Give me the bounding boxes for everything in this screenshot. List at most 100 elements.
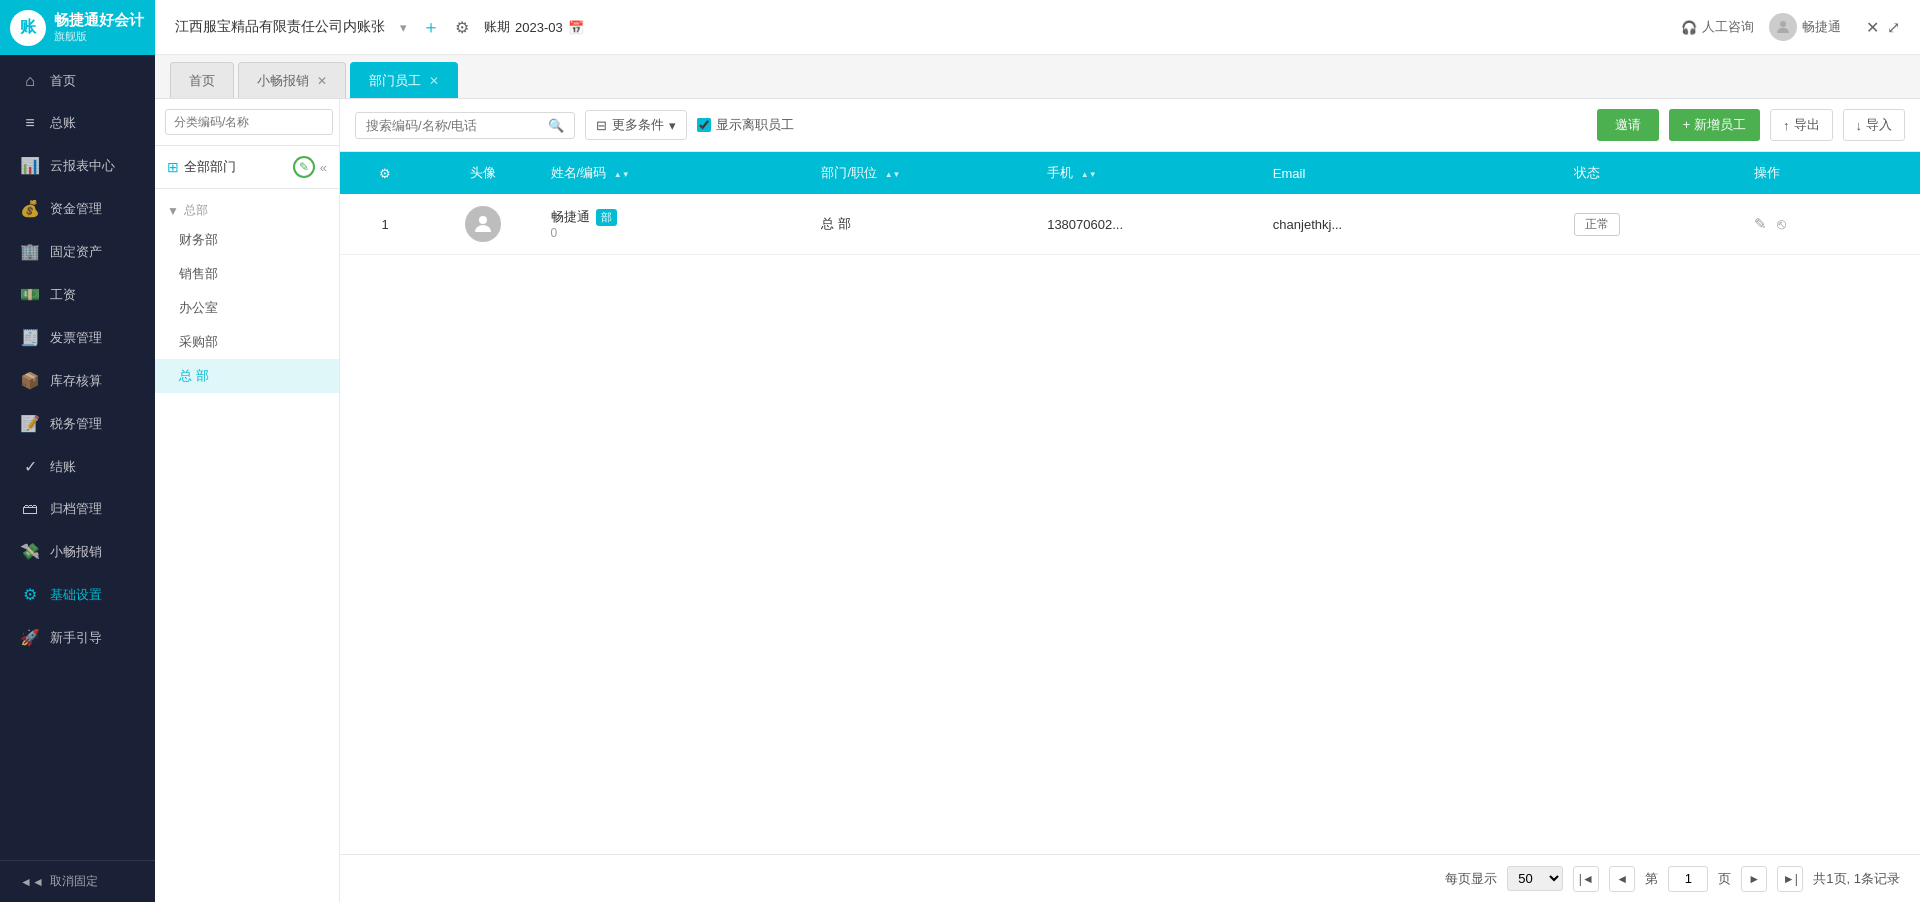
dept-item-sales[interactable]: 销售部 — [155, 257, 339, 291]
sidebar-item-expense[interactable]: 💸 小畅报销 — [0, 530, 155, 573]
dept-item-purchase[interactable]: 采购部 — [155, 325, 339, 359]
page-prev-button[interactable]: ◄ — [1609, 866, 1635, 892]
page-number-input[interactable] — [1668, 866, 1708, 892]
import-label: 导入 — [1866, 116, 1892, 134]
dept-item-office[interactable]: 办公室 — [155, 291, 339, 325]
calendar-icon[interactable]: 📅 — [568, 20, 584, 35]
col-dept-header[interactable]: 部门/职位 ▲▼ — [806, 152, 1032, 194]
topbar-right: 🎧 人工咨询 畅捷通 — [1681, 13, 1841, 41]
logout-employee-button[interactable]: ⎋ — [1777, 215, 1786, 233]
company-settings-icon[interactable]: ⚙ — [455, 18, 469, 37]
sidebar-item-tax[interactable]: 📝 税务管理 — [0, 402, 155, 445]
sidebar-item-settings[interactable]: ⚙ 基础设置 — [0, 573, 155, 616]
show-resigned-checkbox[interactable]: 显示离职员工 — [697, 116, 794, 134]
sidebar: 账 畅捷通好会计 旗舰版 ⌂ 首页 ≡ 总账 📊 云报表中心 💰 资金管理 🏢 … — [0, 0, 155, 902]
employee-dept: 总 部 — [821, 216, 851, 231]
dept-search-input[interactable] — [165, 109, 333, 135]
headset-icon: 🎧 — [1681, 20, 1697, 35]
tab-expense-close[interactable]: ✕ — [317, 74, 327, 88]
dept-badge: 部 — [596, 209, 617, 226]
row-num: 1 — [340, 194, 430, 255]
table-row: 1 畅捷通 — [340, 194, 1920, 255]
export-button[interactable]: ↑ 导出 — [1770, 109, 1833, 141]
sidebar-pin-toggle[interactable]: ◄◄ 取消固定 — [0, 860, 155, 902]
row-email-cell: chanjethkj... — [1258, 194, 1559, 255]
import-button[interactable]: ↓ 导入 — [1843, 109, 1906, 141]
employee-search-input[interactable] — [366, 118, 543, 133]
window-close-button[interactable]: ✕ — [1866, 18, 1879, 37]
filter-label: 更多条件 — [612, 116, 664, 134]
add-employee-button[interactable]: + 新增员工 — [1669, 109, 1760, 141]
sidebar-item-invoice[interactable]: 🧾 发票管理 — [0, 316, 155, 359]
collapse-panel-icon[interactable]: « — [320, 160, 327, 175]
close-period-icon: ✓ — [20, 457, 40, 476]
sidebar-item-close[interactable]: ✓ 结账 — [0, 445, 155, 488]
add-company-button[interactable]: ＋ — [422, 15, 440, 39]
dept-panel: 🔍 ⊞ 全部部门 ✎ « ▼ 总部 财务部 销售部 办公室 采购部 总 部 — [155, 99, 340, 902]
tab-department[interactable]: 部门员工 ✕ — [350, 62, 458, 98]
dept-expand-icon[interactable]: ▼ — [167, 204, 179, 218]
edit-employee-button[interactable]: ✎ — [1754, 215, 1767, 233]
dept-tree-header: ⊞ 全部部门 ✎ « — [155, 146, 339, 189]
col-phone-header[interactable]: 手机 ▲▼ — [1032, 152, 1258, 194]
tab-department-close[interactable]: ✕ — [429, 74, 439, 88]
col-action-header: 操作 — [1739, 152, 1920, 194]
assets-icon: 🏢 — [20, 242, 40, 261]
tab-department-label: 部门员工 — [369, 72, 421, 90]
employee-code: 0 — [551, 226, 792, 240]
sidebar-item-invoice-label: 发票管理 — [50, 329, 102, 347]
guide-icon: 🚀 — [20, 628, 40, 647]
dept-item-general[interactable]: 总 部 — [155, 359, 339, 393]
name-sort-icon[interactable]: ▲▼ — [614, 170, 630, 179]
employee-table: ⚙ 头像 姓名/编码 ▲▼ 部门/职位 ▲▼ 手机 — [340, 152, 1920, 255]
filter-icon: ⊟ — [596, 118, 607, 133]
page-first-button[interactable]: |◄ — [1573, 866, 1599, 892]
sidebar-item-reports[interactable]: 📊 云报表中心 — [0, 144, 155, 187]
tab-expense[interactable]: 小畅报销 ✕ — [238, 62, 346, 98]
resigned-checkbox-input[interactable] — [697, 118, 711, 132]
dept-search-area: 🔍 — [155, 99, 339, 146]
page-size-select[interactable]: 50 100 200 — [1507, 866, 1563, 891]
dept-edit-icon[interactable]: ✎ — [293, 156, 315, 178]
company-dropdown-arrow[interactable]: ▾ — [400, 20, 407, 35]
sidebar-item-salary[interactable]: 💵 工资 — [0, 273, 155, 316]
sidebar-item-close-label: 结账 — [50, 458, 76, 476]
tab-home[interactable]: 首页 — [170, 62, 234, 98]
dept-sort-icon[interactable]: ▲▼ — [885, 170, 901, 179]
more-filter-button[interactable]: ⊟ 更多条件 ▾ — [585, 110, 687, 140]
sidebar-item-assets-label: 固定资产 — [50, 243, 102, 261]
inventory-icon: 📦 — [20, 371, 40, 390]
period-value: 2023-03 — [515, 20, 563, 35]
action-buttons: ✎ ⎋ — [1754, 215, 1905, 233]
home-icon: ⌂ — [20, 72, 40, 90]
expense-icon: 💸 — [20, 542, 40, 561]
customer-service-button[interactable]: 🎧 人工咨询 — [1681, 18, 1754, 36]
employee-name-display: 畅捷通 部 — [551, 208, 792, 226]
sidebar-item-finance[interactable]: 💰 资金管理 — [0, 187, 155, 230]
sidebar-item-home[interactable]: ⌂ 首页 — [0, 60, 155, 102]
employee-search-icon[interactable]: 🔍 — [548, 118, 564, 133]
window-maximize-button[interactable]: ⤢ — [1887, 18, 1900, 37]
user-menu[interactable]: 畅捷通 — [1769, 13, 1841, 41]
col-avatar-header: 头像 — [430, 152, 535, 194]
sidebar-item-inventory[interactable]: 📦 库存核算 — [0, 359, 155, 402]
phone-sort-icon[interactable]: ▲▼ — [1081, 170, 1097, 179]
col-name-header[interactable]: 姓名/编码 ▲▼ — [536, 152, 807, 194]
pin-icon: ◄◄ — [20, 875, 44, 889]
table-header-row: ⚙ 头像 姓名/编码 ▲▼ 部门/职位 ▲▼ 手机 — [340, 152, 1920, 194]
invite-button[interactable]: 邀请 — [1597, 109, 1659, 141]
col-settings[interactable]: ⚙ — [340, 152, 430, 194]
pagination: 每页显示 50 100 200 |◄ ◄ 第 页 ► ►| 共1页, 1条记录 — [340, 854, 1920, 902]
page-suffix: 页 — [1718, 870, 1731, 888]
sidebar-item-archive[interactable]: 🗃 归档管理 — [0, 488, 155, 530]
sidebar-item-ledger[interactable]: ≡ 总账 — [0, 102, 155, 144]
right-panel: 🔍 ⊟ 更多条件 ▾ 显示离职员工 邀请 + 新增员工 ↑ 导出 — [340, 99, 1920, 902]
toolbar-right-actions: 邀请 + 新增员工 ↑ 导出 ↓ 导入 — [1597, 109, 1905, 141]
page-last-button[interactable]: ►| — [1777, 866, 1803, 892]
dept-item-finance[interactable]: 财务部 — [155, 223, 339, 257]
sidebar-item-assets[interactable]: 🏢 固定资产 — [0, 230, 155, 273]
sidebar-item-guide[interactable]: 🚀 新手引导 — [0, 616, 155, 659]
period-label: 账期 — [484, 18, 510, 36]
page-next-button[interactable]: ► — [1741, 866, 1767, 892]
sidebar-item-expense-label: 小畅报销 — [50, 543, 102, 561]
